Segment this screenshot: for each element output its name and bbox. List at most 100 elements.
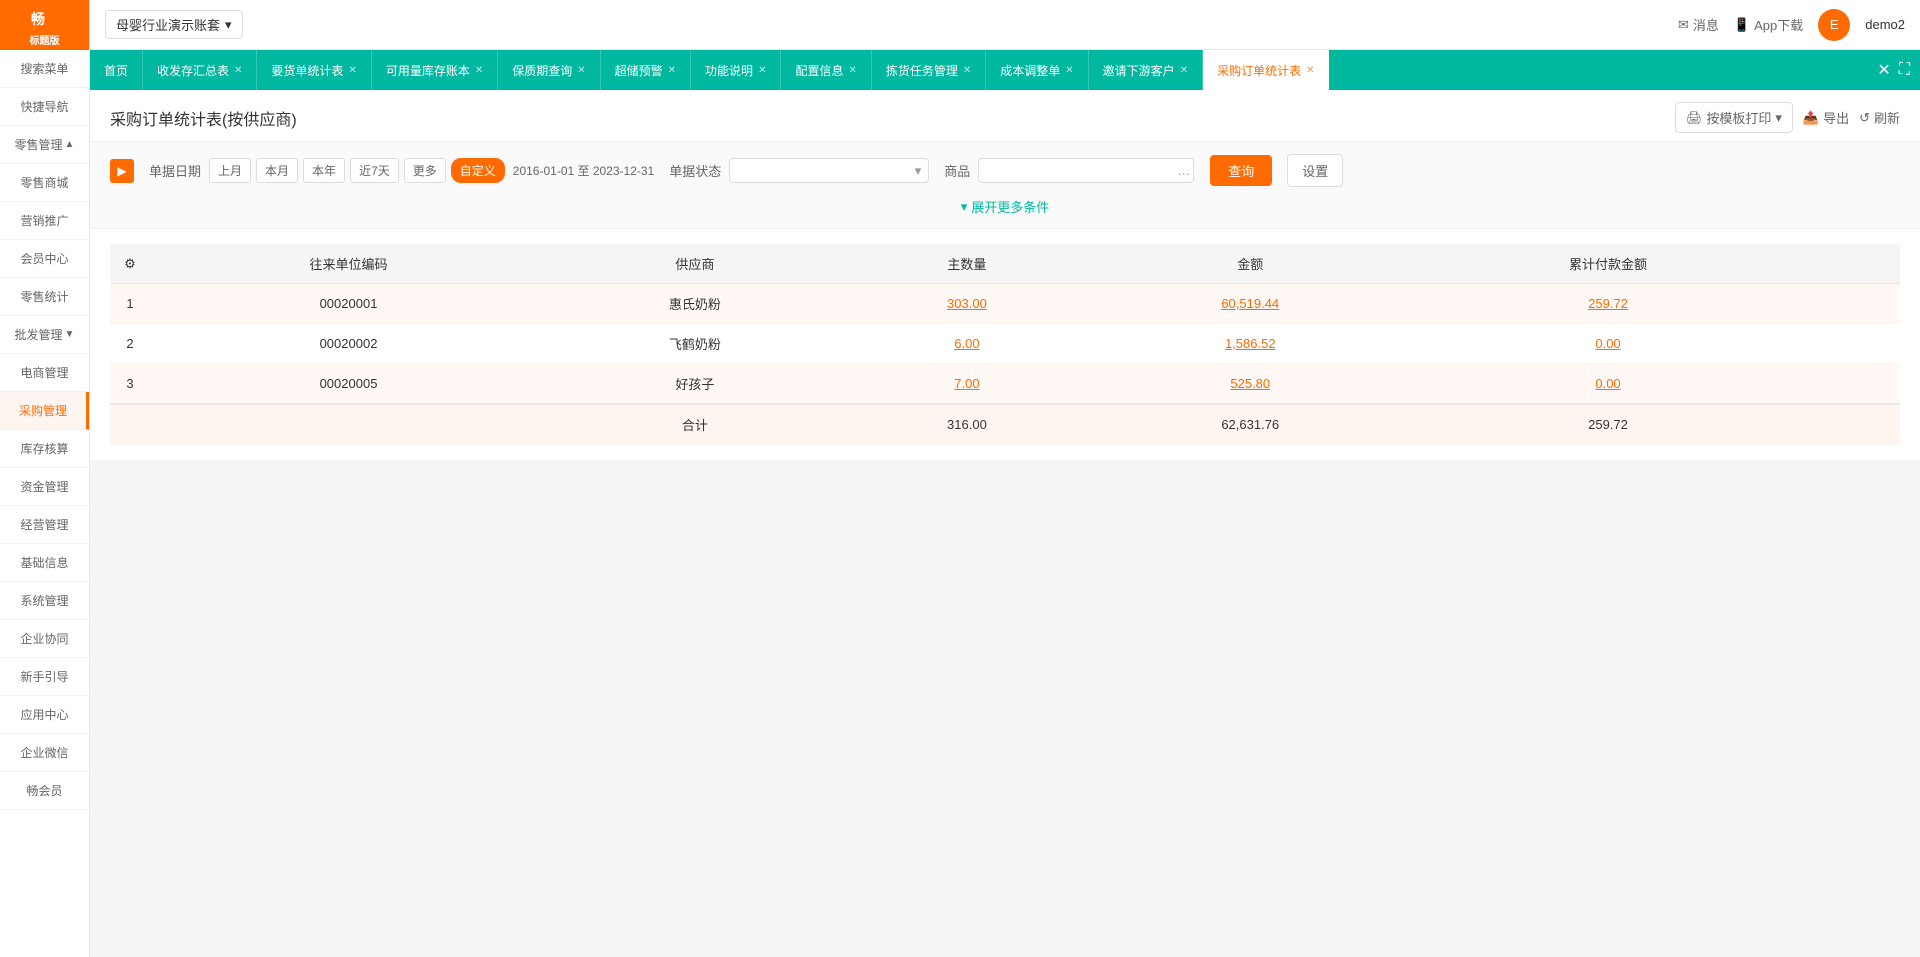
tab-close-icon[interactable]: ✕ bbox=[848, 65, 856, 76]
tab-expiry-query[interactable]: 保质期查询 ✕ bbox=[498, 50, 600, 90]
app-download-button[interactable]: 📱 App下载 bbox=[1734, 15, 1803, 34]
status-select-wrapper bbox=[729, 158, 929, 183]
refresh-button[interactable]: ↺ 刷新 bbox=[1859, 108, 1900, 127]
goods-input[interactable] bbox=[978, 158, 1194, 183]
footer-empty-2 bbox=[150, 404, 547, 445]
tab-close-icon[interactable]: ✕ bbox=[577, 65, 585, 76]
tab-cost-adjust[interactable]: 成本调整单 ✕ bbox=[986, 50, 1088, 90]
settings-button[interactable]: 设置 bbox=[1287, 154, 1343, 187]
workspace-label: 母婴行业演示账套 bbox=[116, 15, 220, 34]
tab-close-icon[interactable]: ✕ bbox=[1180, 65, 1188, 76]
close-tab-icon[interactable]: ✕ bbox=[1877, 60, 1890, 80]
cell-main-qty[interactable]: 6.00 bbox=[843, 324, 1091, 364]
printer-icon: 🖨 bbox=[1686, 110, 1703, 126]
tab-feature-desc[interactable]: 功能说明 ✕ bbox=[691, 50, 781, 90]
export-button[interactable]: 📤 导出 bbox=[1803, 108, 1849, 127]
sidebar-item-marketing[interactable]: 营销推广 bbox=[0, 202, 89, 240]
cell-main-qty[interactable]: 303.00 bbox=[843, 284, 1091, 324]
workspace-selector[interactable]: 母婴行业演示账套 ▾ bbox=[105, 10, 243, 39]
tab-close-icon[interactable]: ✕ bbox=[668, 65, 676, 76]
sidebar-item-sys-mgmt[interactable]: 系统管理 bbox=[0, 582, 89, 620]
sidebar-item-wholesale-mgmt[interactable]: 批发管理 ▼ bbox=[0, 316, 89, 354]
sidebar-item-finance-mgmt[interactable]: 资金管理 bbox=[0, 468, 89, 506]
cell-no: 2 bbox=[110, 324, 150, 364]
cell-amount[interactable]: 60,519.44 bbox=[1091, 284, 1410, 324]
sidebar-item-member-center[interactable]: 会员中心 bbox=[0, 240, 89, 278]
tab-invite-downstream[interactable]: 邀请下游客户 ✕ bbox=[1089, 50, 1203, 90]
tab-close-icon[interactable]: ✕ bbox=[475, 65, 483, 76]
tab-config-info[interactable]: 配置信息 ✕ bbox=[781, 50, 871, 90]
message-button[interactable]: ✉ 消息 bbox=[1678, 15, 1719, 34]
print-button[interactable]: 🖨 按模板打印 ▾ bbox=[1675, 102, 1793, 133]
sidebar-item-inventory-check[interactable]: 库存核算 bbox=[0, 430, 89, 468]
tab-available-stock[interactable]: 可用量库存账本 ✕ bbox=[372, 50, 498, 90]
cell-paid-amount[interactable]: 0.00 bbox=[1410, 324, 1807, 364]
chevron-down-icon: ▾ bbox=[961, 199, 968, 215]
chevron-up-icon: ▲ bbox=[65, 139, 75, 150]
sidebar-item-app-center[interactable]: 应用中心 bbox=[0, 696, 89, 734]
date-btn-this-month[interactable]: 本月 bbox=[256, 158, 298, 183]
sidebar-item-quick-nav[interactable]: 快捷导航 bbox=[0, 88, 89, 126]
refresh-label: 刷新 bbox=[1874, 108, 1900, 127]
tab-pick-task[interactable]: 拣货任务管理 ✕ bbox=[872, 50, 986, 90]
page-actions: 🖨 按模板打印 ▾ 📤 导出 ↺ 刷新 bbox=[1675, 102, 1900, 133]
date-btn-last-month[interactable]: 上月 bbox=[209, 158, 251, 183]
tab-close-icon[interactable]: ✕ bbox=[1306, 65, 1314, 76]
sidebar-item-ecommerce-mgmt[interactable]: 电商管理 bbox=[0, 354, 89, 392]
sidebar-item-purchase-mgmt[interactable]: 采购管理 bbox=[0, 392, 89, 430]
sidebar-item-ops-mgmt[interactable]: 经营管理 bbox=[0, 506, 89, 544]
tab-config-info-label: 配置信息 bbox=[795, 62, 843, 79]
tab-receive-summary[interactable]: 收发存汇总表 ✕ bbox=[143, 50, 257, 90]
tab-close-icon[interactable]: ✕ bbox=[963, 65, 971, 76]
sidebar-item-enterprise-wechat[interactable]: 企业微信 bbox=[0, 734, 89, 772]
tab-close-icon[interactable]: ✕ bbox=[234, 65, 242, 76]
sidebar-item-retail-store[interactable]: 零售商城 bbox=[0, 164, 89, 202]
sidebar-item-label: 零售统计 bbox=[20, 290, 68, 304]
cell-main-qty[interactable]: 7.00 bbox=[843, 364, 1091, 405]
phone-icon: 📱 bbox=[1734, 17, 1750, 33]
sidebar-item-enterprise-coop[interactable]: 企业协同 bbox=[0, 620, 89, 658]
sidebar-item-retail-stats[interactable]: 零售统计 bbox=[0, 278, 89, 316]
tab-home[interactable]: 首页 bbox=[90, 50, 143, 90]
cell-amount[interactable]: 1,586.52 bbox=[1091, 324, 1410, 364]
goods-input-more-icon[interactable]: … bbox=[1177, 163, 1190, 178]
tab-close-icon[interactable]: ✕ bbox=[348, 65, 356, 76]
tab-invite-downstream-label: 邀请下游客户 bbox=[1103, 62, 1175, 79]
cell-no: 3 bbox=[110, 364, 150, 405]
status-select[interactable] bbox=[729, 158, 929, 183]
cell-paid-amount[interactable]: 0.00 bbox=[1410, 364, 1807, 405]
sidebar-item-new-guide[interactable]: 新手引导 bbox=[0, 658, 89, 696]
logo-text: 标题版 bbox=[30, 32, 60, 47]
expand-filter-button[interactable]: ▾ 展开更多条件 bbox=[961, 197, 1050, 216]
gear-icon[interactable]: ⚙ bbox=[124, 256, 136, 271]
logo: 畅 标题版 bbox=[0, 0, 89, 50]
maximize-icon[interactable]: ⛶ bbox=[1899, 61, 1910, 79]
cell-paid-amount[interactable]: 259.72 bbox=[1410, 284, 1807, 324]
query-button[interactable]: 查询 bbox=[1210, 155, 1272, 186]
sidebar-item-label: 新手引导 bbox=[20, 670, 68, 684]
filter-row: ▶ 单据日期 上月 本月 本年 近7天 更多 自定义 2016-01-01 至 … bbox=[110, 154, 1900, 187]
sidebar-item-label: 畅会员 bbox=[26, 784, 62, 798]
tab-close-icon[interactable]: ✕ bbox=[758, 65, 766, 76]
status-filter-item: 单据状态 bbox=[669, 158, 929, 183]
avatar-initials: E bbox=[1830, 17, 1839, 32]
date-btn-more[interactable]: 更多 bbox=[404, 158, 446, 183]
date-btn-7days[interactable]: 近7天 bbox=[350, 158, 399, 183]
sidebar-item-member[interactable]: 畅会员 bbox=[0, 772, 89, 810]
main-area: 母婴行业演示账套 ▾ ✉ 消息 📱 App下载 E demo2 首页 收发存汇总… bbox=[90, 0, 1920, 957]
sidebar-item-label: 企业协同 bbox=[20, 632, 68, 646]
goods-filter-item: 商品 … bbox=[944, 158, 1195, 183]
tab-overstock-warning[interactable]: 超储预警 ✕ bbox=[601, 50, 691, 90]
tab-order-summary[interactable]: 要货单统计表 ✕ bbox=[257, 50, 371, 90]
date-btn-this-year[interactable]: 本年 bbox=[303, 158, 345, 183]
cell-supplier: 好孩子 bbox=[547, 364, 843, 405]
sidebar-item-retail-mgmt[interactable]: 零售管理 ▲ bbox=[0, 126, 89, 164]
sidebar-item-basic-info[interactable]: 基础信息 bbox=[0, 544, 89, 582]
tab-close-icon[interactable]: ✕ bbox=[1065, 65, 1073, 76]
tab-purchase-stats[interactable]: 采购订单统计表 ✕ bbox=[1203, 50, 1329, 90]
sidebar: 畅 标题版 搜索菜单 快捷导航 零售管理 ▲ 零售商城 营销推广 会员中心 零售… bbox=[0, 0, 90, 957]
cell-amount[interactable]: 525.80 bbox=[1091, 364, 1410, 405]
filter-toggle-btn[interactable]: ▶ bbox=[110, 159, 134, 183]
date-btn-custom[interactable]: 自定义 bbox=[451, 158, 505, 183]
sidebar-item-search[interactable]: 搜索菜单 bbox=[0, 50, 89, 88]
